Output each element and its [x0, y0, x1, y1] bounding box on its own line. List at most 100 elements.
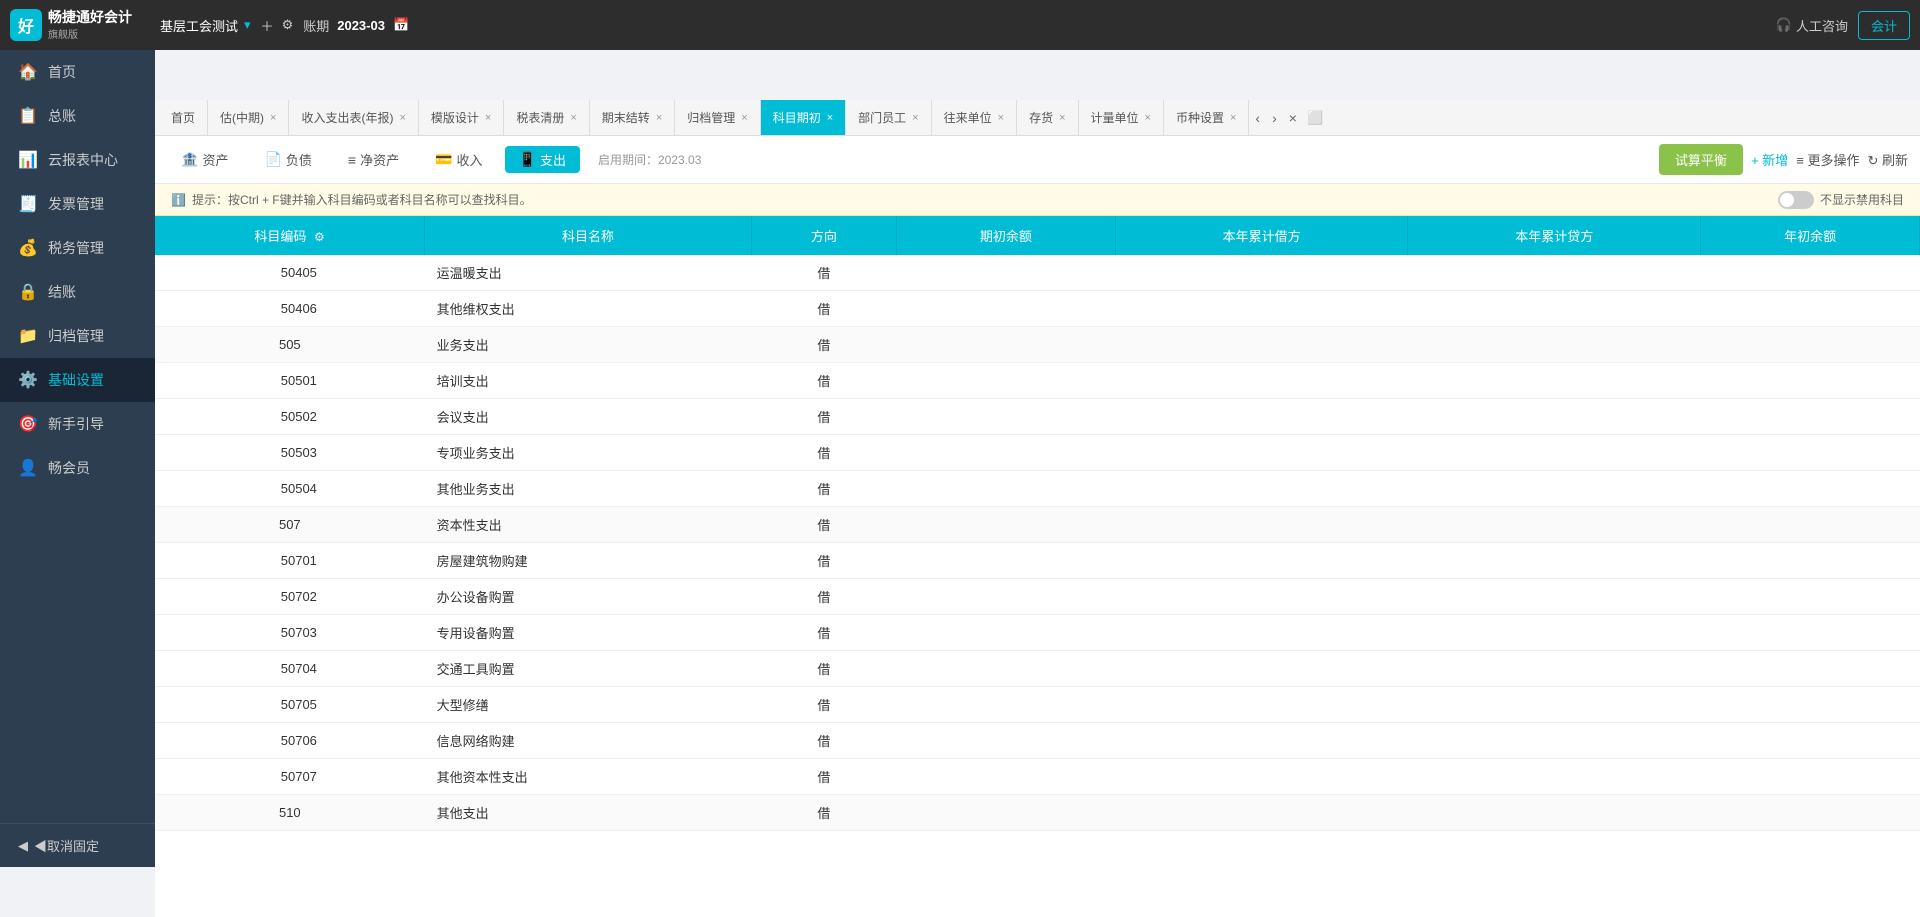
tab-template[interactable]: 模版设计 × — [419, 100, 504, 136]
cell-code: 50706 — [155, 723, 425, 759]
cell-year-balance — [1701, 255, 1920, 291]
sub-tab-liability[interactable]: 📄 负债 — [250, 146, 325, 173]
tab-clients[interactable]: 往来单位 × — [932, 100, 1017, 136]
cell-credit — [1408, 255, 1701, 291]
sidebar-item-report[interactable]: 📊 云报表中心 — [0, 138, 155, 182]
sidebar-item-tax[interactable]: 💰 税务管理 — [0, 226, 155, 270]
calculate-balance-btn[interactable]: 试算平衡 — [1659, 144, 1743, 175]
cell-balance — [896, 579, 1115, 615]
cell-name: 资本性支出 — [425, 507, 752, 543]
sidebar-item-settings[interactable]: ⚙️ 基础设置 — [0, 358, 155, 402]
table-row[interactable]: 50706 信息网络购建 借 — [155, 723, 1920, 759]
table-row[interactable]: 50707 其他资本性支出 借 — [155, 759, 1920, 795]
table-row[interactable]: 50704 交通工具购置 借 — [155, 651, 1920, 687]
sub-tab-bar: 🏦 资产 📄 负债 ≡ 净资产 💳 收入 📱 支出 启用期间：2023.03 试… — [155, 136, 1920, 184]
sub-tab-expense[interactable]: 📱 支出 — [505, 146, 580, 173]
sidebar-item-guide[interactable]: 🎯 新手引导 — [0, 402, 155, 446]
tab-currency-close[interactable]: × — [1230, 112, 1236, 124]
cell-credit — [1408, 543, 1701, 579]
calendar-icon[interactable]: 📅 — [393, 17, 409, 33]
col-header-credit: 本年累计贷方 — [1408, 216, 1701, 255]
tab-inventory[interactable]: 存货 × — [1017, 100, 1078, 136]
tab-subject-init[interactable]: 科目期初 × — [761, 100, 846, 136]
cell-direction: 借 — [751, 795, 896, 831]
app-edition: 旗舰版 — [48, 26, 132, 41]
table-row[interactable]: 50405 运温暖支出 借 — [155, 255, 1920, 291]
sidebar-item-home[interactable]: 🏠 首页 — [0, 50, 155, 94]
table-row[interactable]: 50501 培训支出 借 — [155, 363, 1920, 399]
tab-archive[interactable]: 归档管理 × — [675, 100, 760, 136]
info-bar: ℹ️ 提示：按Ctrl + F键并输入科目编码或者科目名称可以查找科目。 不显示… — [155, 184, 1920, 216]
company-dropdown-arrow: ▾ — [244, 17, 251, 33]
settings-gear-icon[interactable]: ⚙ — [282, 17, 294, 33]
sidebar-item-close[interactable]: 🔒 结账 — [0, 270, 155, 314]
tab-template-close[interactable]: × — [485, 112, 491, 124]
table-row[interactable]: 50502 会议支出 借 — [155, 399, 1920, 435]
tab-mid[interactable]: 估(中期) × — [208, 100, 289, 136]
show-disabled-toggle[interactable] — [1778, 191, 1814, 209]
tab-archive-close[interactable]: × — [741, 112, 747, 124]
cell-name: 其他支出 — [425, 795, 752, 831]
table-row[interactable]: 50504 其他业务支出 借 — [155, 471, 1920, 507]
sub-tab-income[interactable]: 💳 收入 — [421, 146, 496, 173]
table-row[interactable]: 50503 专项业务支出 借 — [155, 435, 1920, 471]
guide-icon: 🎯 — [18, 414, 38, 434]
close-all-tabs-btn[interactable]: × — [1283, 110, 1303, 126]
add-btn[interactable]: + 新增 — [1751, 150, 1788, 169]
tab-inventory-close[interactable]: × — [1059, 112, 1065, 124]
cell-balance — [896, 543, 1115, 579]
table-row[interactable]: 507 资本性支出 借 — [155, 507, 1920, 543]
tab-income-exp[interactable]: 收入支出表(年报) × — [289, 100, 418, 136]
table-row[interactable]: 50703 专用设备购置 借 — [155, 615, 1920, 651]
cell-year-balance — [1701, 759, 1920, 795]
tab-currency[interactable]: 币种设置 × — [1164, 100, 1249, 136]
toggle-label: 不显示禁用科目 — [1820, 191, 1904, 208]
sidebar-item-member[interactable]: 👤 畅会员 — [0, 446, 155, 490]
tab-unit-close[interactable]: × — [1145, 112, 1151, 124]
table-row[interactable]: 50705 大型修缮 借 — [155, 687, 1920, 723]
tab-period-end[interactable]: 期末结转 × — [590, 100, 675, 136]
tab-tax-clear-close[interactable]: × — [570, 112, 576, 124]
sidebar-label-tax: 税务管理 — [48, 238, 104, 258]
col-settings-icon[interactable]: ⚙ — [314, 230, 325, 244]
cell-code: 50504 — [155, 471, 425, 507]
net-asset-icon: ≡ — [348, 152, 356, 168]
sidebar-item-archive[interactable]: 📁 归档管理 — [0, 314, 155, 358]
sub-tab-net-asset[interactable]: ≡ 净资产 — [334, 146, 413, 173]
more-actions-btn[interactable]: ≡ 更多操作 — [1796, 150, 1859, 169]
sidebar-item-ledger[interactable]: 📋 总账 — [0, 94, 155, 138]
tab-clients-close[interactable]: × — [998, 112, 1004, 124]
sidebar-item-invoice[interactable]: 🧾 发票管理 — [0, 182, 155, 226]
tab-prev-btn[interactable]: ‹ — [1249, 110, 1266, 126]
table-row[interactable]: 510 其他支出 借 — [155, 795, 1920, 831]
tab-home-label: 首页 — [171, 109, 195, 126]
account-button[interactable]: 会计 — [1858, 11, 1910, 40]
sidebar-collapse-btn[interactable]: ◀ ◀取消固定 — [0, 823, 155, 867]
expand-btn[interactable]: ⬜ — [1303, 110, 1327, 126]
cell-name: 其他资本性支出 — [425, 759, 752, 795]
tab-next-btn[interactable]: › — [1266, 110, 1283, 126]
table-row[interactable]: 50406 其他维权支出 借 — [155, 291, 1920, 327]
tab-income-exp-close[interactable]: × — [399, 112, 405, 124]
tab-dept[interactable]: 部门员工 × — [846, 100, 931, 136]
tab-period-end-close[interactable]: × — [656, 112, 662, 124]
tab-mid-close[interactable]: × — [270, 112, 276, 124]
sub-tab-expense-label: 支出 — [540, 150, 566, 169]
tab-subject-init-close[interactable]: × — [827, 112, 833, 124]
tab-home[interactable]: 首页 — [159, 100, 208, 136]
tab-tax-clear[interactable]: 税表清册 × — [504, 100, 589, 136]
cell-credit — [1408, 471, 1701, 507]
tab-dept-close[interactable]: × — [912, 112, 918, 124]
sub-tab-asset[interactable]: 🏦 资产 — [167, 146, 242, 173]
tab-unit[interactable]: 计量单位 × — [1079, 100, 1164, 136]
help-button[interactable]: 🎧 人工咨询 — [1776, 16, 1848, 35]
cell-balance — [896, 291, 1115, 327]
table-row[interactable]: 50701 房屋建筑物购建 借 — [155, 543, 1920, 579]
cell-code: 50503 — [155, 435, 425, 471]
cell-code: 50502 — [155, 399, 425, 435]
table-row[interactable]: 505 业务支出 借 — [155, 327, 1920, 363]
refresh-btn[interactable]: ↻ 刷新 — [1867, 150, 1908, 169]
table-row[interactable]: 50702 办公设备购置 借 — [155, 579, 1920, 615]
add-tab-btn[interactable]: ＋ — [261, 16, 274, 35]
company-selector[interactable]: 基层工会测试 ▾ — [160, 16, 251, 35]
